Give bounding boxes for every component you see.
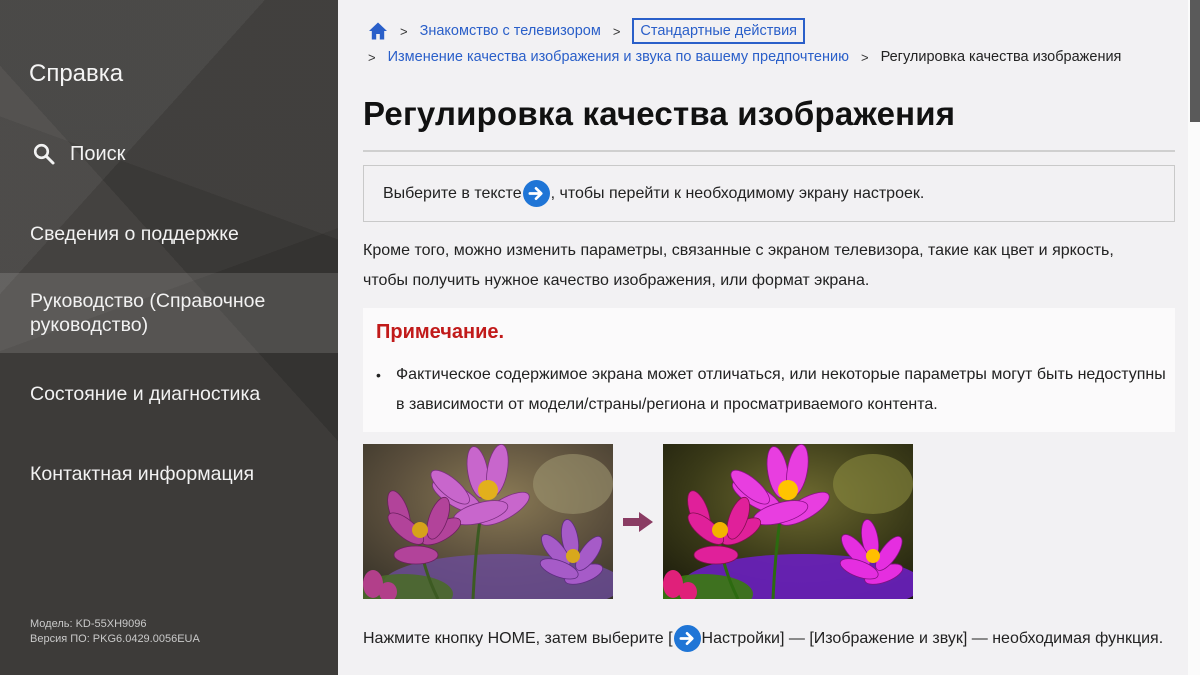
- instruction-paragraph: Нажмите кнопку HOME, затем выберите [ На…: [363, 624, 1183, 654]
- arrow-right-icon: [623, 512, 653, 532]
- sidebar-item-support-info[interactable]: Сведения о поддержке: [0, 220, 338, 248]
- breadcrumb-separator: >: [400, 23, 408, 39]
- sidebar: Справка Поиск Сведения о поддержке Руков…: [0, 0, 338, 675]
- breadcrumb-separator: >: [612, 23, 621, 39]
- arrow-right-circle-icon[interactable]: [673, 625, 701, 653]
- instruction-text-before: Нажмите кнопку HOME, затем выберите [: [363, 630, 673, 647]
- sidebar-item-label: Состояние и диагностика: [30, 383, 261, 405]
- search-label: Поиск: [70, 142, 126, 165]
- instruction-text-after: Настройки] — [Изображение и звук] — необ…: [701, 630, 1164, 647]
- note-text: Фактическое содержимое экрана может отли…: [396, 366, 1166, 413]
- tip-text-before: Выберите в тексте: [383, 184, 522, 202]
- scrollbar-thumb[interactable]: [1190, 0, 1200, 122]
- breadcrumb-current: Регулировка качества изображения: [880, 49, 1122, 65]
- breadcrumb: > Знакомство с телевизором > Стандартные…: [368, 17, 806, 45]
- note-box: Примечание. • Фактическое содержимое экр…: [363, 308, 1175, 432]
- title-divider: [363, 150, 1175, 152]
- note-item: • Фактическое содержимое экрана может от…: [376, 360, 1166, 420]
- search-button[interactable]: Поиск: [32, 138, 125, 170]
- breadcrumb-link-picture-sound[interactable]: Изменение качества изображения и звука п…: [388, 49, 849, 65]
- breadcrumb-line-2: > Изменение качества изображения и звука…: [368, 45, 1121, 69]
- bullet: •: [376, 367, 381, 383]
- tip-box: Выберите в тексте , чтобы перейти к необ…: [363, 165, 1175, 222]
- before-image: [363, 444, 613, 599]
- page-title: Регулировка качества изображения: [363, 95, 956, 132]
- home-icon[interactable]: [368, 21, 388, 41]
- help-content: > Знакомство с телевизором > Стандартные…: [338, 0, 1188, 675]
- breadcrumb-link-standard-actions[interactable]: Стандартные действия: [632, 18, 806, 44]
- sidebar-item-label: Сведения о поддержке: [30, 223, 239, 245]
- after-image: [663, 444, 913, 599]
- intro-paragraph: Кроме того, можно изменить параметры, св…: [363, 242, 1114, 289]
- sidebar-item-label: Руководство (Справочное руководство): [30, 290, 266, 336]
- sidebar-item-contact-info[interactable]: Контактная информация: [0, 460, 338, 488]
- breadcrumb-separator: >: [860, 49, 869, 65]
- sidebar-item-status-diagnostics[interactable]: Состояние и диагностика: [0, 380, 338, 408]
- breadcrumb-separator: >: [368, 49, 376, 65]
- breadcrumb-link-tv-intro[interactable]: Знакомство с телевизором: [420, 23, 601, 39]
- note-title: Примечание.: [376, 321, 505, 343]
- sidebar-title: Справка: [29, 60, 124, 87]
- sidebar-item-label: Контактная информация: [30, 463, 255, 485]
- tip-text-after: , чтобы перейти к необходимому экрану на…: [550, 184, 925, 202]
- software-version-text: Версия ПО: PKG6.0429.0056EUA: [30, 633, 200, 645]
- model-text: Модель: KD-55XH9096: [30, 618, 147, 630]
- sidebar-item-guide[interactable]: Руководство (Справочное руководство): [0, 273, 338, 353]
- arrow-right-circle-icon: [522, 180, 550, 207]
- search-icon: [33, 143, 55, 165]
- device-info: Модель: KD-55XH9096 Версия ПО: PKG6.0429…: [30, 617, 200, 647]
